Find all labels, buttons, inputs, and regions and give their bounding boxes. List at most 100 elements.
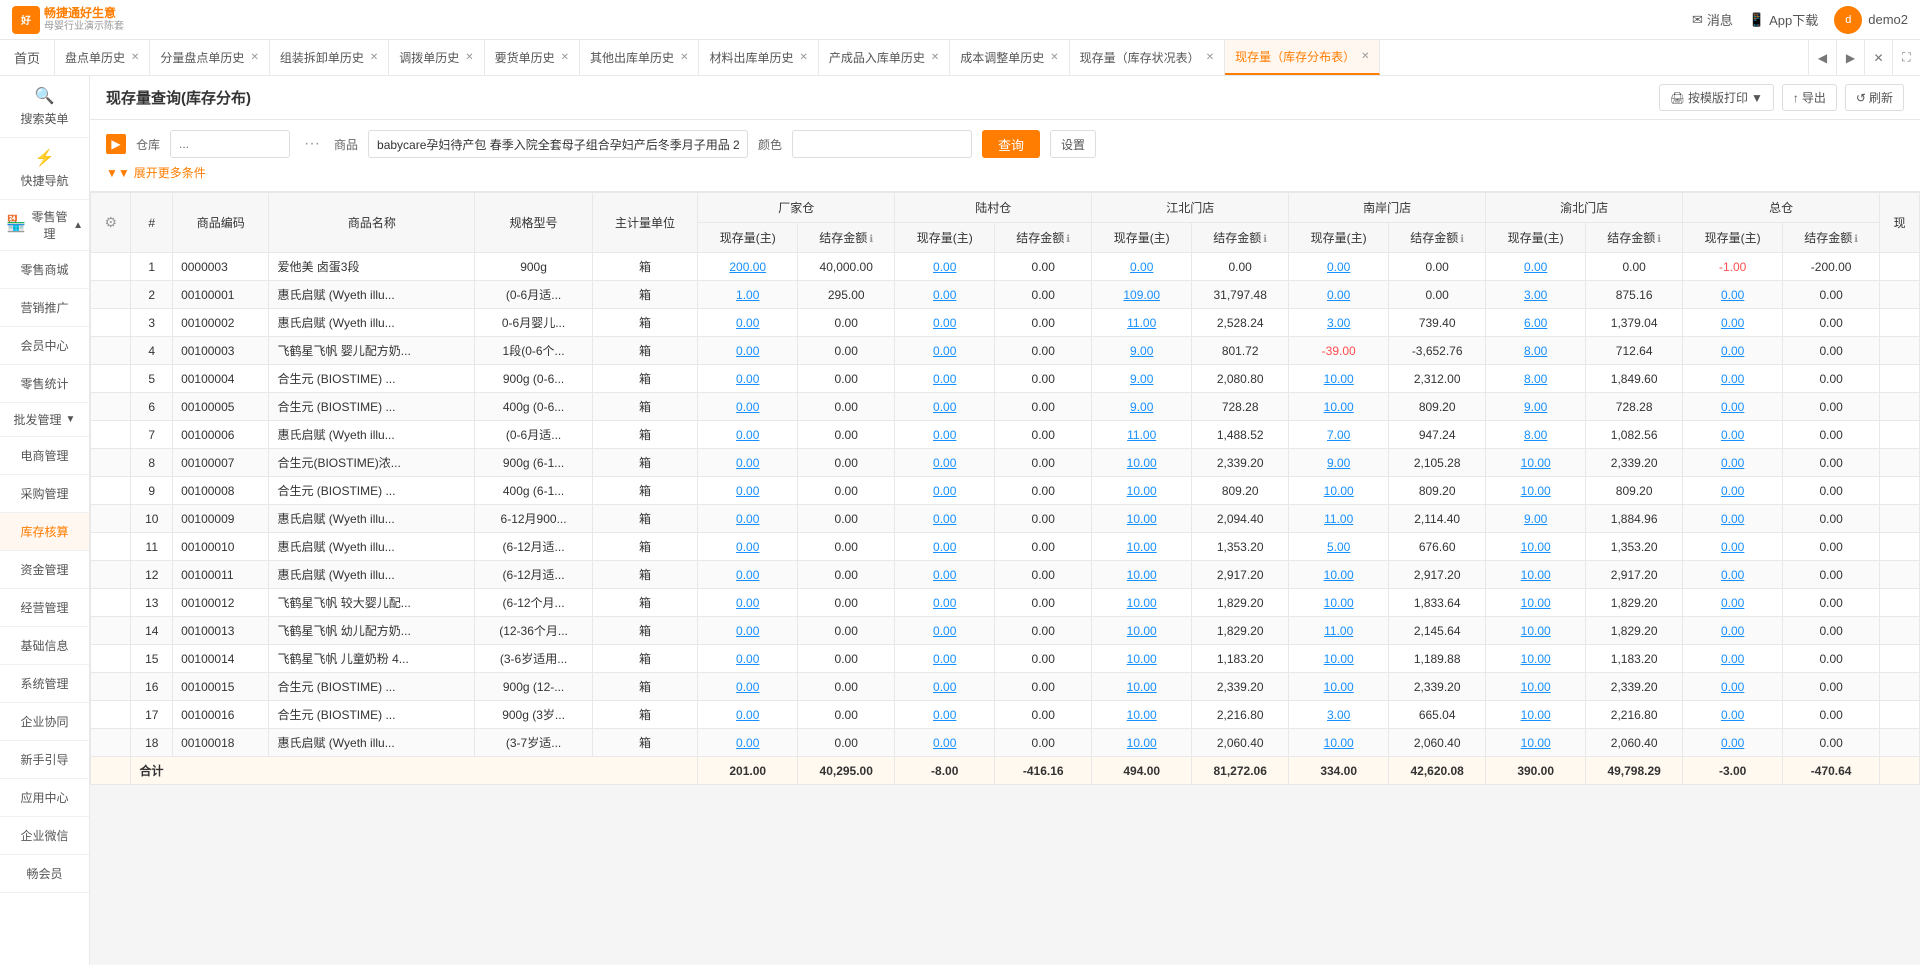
fac-qty[interactable]: 0.00 [698, 393, 798, 421]
na-qty[interactable]: 7.00 [1289, 421, 1389, 449]
jb-qty[interactable]: 10.00 [1092, 673, 1192, 701]
warehouse-more-btn[interactable]: ··· [304, 135, 320, 153]
fac-qty[interactable]: 0.00 [698, 449, 798, 477]
yb-qty[interactable]: 8.00 [1486, 365, 1586, 393]
jb-qty[interactable]: 11.00 [1092, 421, 1192, 449]
warehouse-input[interactable] [170, 130, 290, 158]
luj-qty[interactable]: 0.00 [895, 393, 995, 421]
na-qty[interactable]: 0.00 [1289, 281, 1389, 309]
tab-close-状况[interactable]: ✕ [1206, 52, 1214, 63]
luj-qty[interactable]: 0.00 [895, 281, 995, 309]
yb-qty[interactable]: 9.00 [1486, 505, 1586, 533]
print-btn[interactable]: 🖨 按模版打印 ▼ [1659, 84, 1774, 111]
tab-产成品入库单历史[interactable]: 产成品入库单历史 ✕ [819, 40, 950, 75]
tab-组装拆卸单历史[interactable]: 组装拆卸单历史 ✕ [270, 40, 389, 75]
app-download-btn[interactable]: 📱 App下载 [1749, 10, 1818, 29]
yb-qty[interactable]: 10.00 [1486, 449, 1586, 477]
tot-qty[interactable]: 0.00 [1683, 729, 1783, 757]
luj-qty[interactable]: 0.00 [895, 365, 995, 393]
th-settings[interactable]: ⚙ [91, 193, 131, 253]
tot-qty[interactable]: 0.00 [1683, 617, 1783, 645]
info-icon-jb[interactable]: ℹ [1263, 234, 1267, 245]
na-qty[interactable]: 10.00 [1289, 729, 1389, 757]
na-qty[interactable]: 10.00 [1289, 365, 1389, 393]
sidebar-item-basic-info[interactable]: 基础信息 [0, 627, 89, 665]
jb-qty[interactable]: 10.00 [1092, 589, 1192, 617]
jb-qty[interactable]: 9.00 [1092, 365, 1192, 393]
yb-qty[interactable]: 8.00 [1486, 337, 1586, 365]
luj-qty[interactable]: 0.00 [895, 309, 995, 337]
na-qty[interactable]: 3.00 [1289, 701, 1389, 729]
tot-qty[interactable]: 0.00 [1683, 701, 1783, 729]
na-qty[interactable]: 11.00 [1289, 617, 1389, 645]
tot-qty[interactable]: 0.00 [1683, 393, 1783, 421]
query-btn[interactable]: 查询 [982, 130, 1040, 158]
yb-qty[interactable]: 10.00 [1486, 617, 1586, 645]
sidebar-item-guide[interactable]: 新手引导 [0, 741, 89, 779]
luj-qty[interactable]: 0.00 [895, 253, 995, 281]
fac-qty[interactable]: 0.00 [698, 589, 798, 617]
yb-qty[interactable]: 10.00 [1486, 645, 1586, 673]
na-qty[interactable]: 10.00 [1289, 673, 1389, 701]
tot-qty[interactable]: 0.00 [1683, 421, 1783, 449]
yb-qty[interactable]: 9.00 [1486, 393, 1586, 421]
luj-qty[interactable]: 0.00 [895, 729, 995, 757]
tot-qty[interactable]: 0.00 [1683, 449, 1783, 477]
fac-qty[interactable]: 0.00 [698, 505, 798, 533]
na-qty[interactable]: 3.00 [1289, 309, 1389, 337]
luj-qty[interactable]: 0.00 [895, 449, 995, 477]
fac-qty[interactable]: 0.00 [698, 533, 798, 561]
tab-close-材料[interactable]: ✕ [799, 52, 807, 63]
tab-close-成本[interactable]: ✕ [1050, 52, 1058, 63]
tab-scroll-right[interactable]: ▶ [1836, 40, 1864, 76]
table-wrapper[interactable]: ⚙ # 商品编码 商品名称 规格型号 主计量单位 厂家仓 陆村仓 江北门店 南岸… [90, 192, 1920, 965]
luj-qty[interactable]: 0.00 [895, 617, 995, 645]
tot-qty[interactable]: 0.00 [1683, 365, 1783, 393]
refresh-btn[interactable]: ↺ 刷新 [1845, 84, 1904, 111]
tab-close-盘点单历史[interactable]: ✕ [131, 52, 139, 63]
yb-qty[interactable]: 10.00 [1486, 701, 1586, 729]
na-qty[interactable]: 11.00 [1289, 505, 1389, 533]
na-qty[interactable]: 0.00 [1289, 253, 1389, 281]
sidebar-item-system[interactable]: 系统管理 [0, 665, 89, 703]
tab-close-其他[interactable]: ✕ [680, 52, 688, 63]
tab-分量盘点单历史[interactable]: 分量盘点单历史 ✕ [150, 40, 269, 75]
tot-qty[interactable]: 0.00 [1683, 281, 1783, 309]
fac-qty[interactable]: 0.00 [698, 477, 798, 505]
fac-qty[interactable]: 200.00 [698, 253, 798, 281]
yb-qty[interactable]: 10.00 [1486, 673, 1586, 701]
na-qty[interactable]: 10.00 [1289, 561, 1389, 589]
export-btn[interactable]: ↑ 导出 [1782, 84, 1837, 111]
fac-qty[interactable]: 0.00 [698, 365, 798, 393]
tab-maximize[interactable]: ⛶ [1892, 40, 1920, 76]
yb-qty[interactable]: 10.00 [1486, 589, 1586, 617]
tab-现存量库存状况表[interactable]: 现存量（库存状况表） ✕ [1070, 40, 1225, 75]
tab-其他出库单历史[interactable]: 其他出库单历史 ✕ [580, 40, 699, 75]
tab-close-分量[interactable]: ✕ [250, 52, 258, 63]
sidebar-item-ecommerce[interactable]: 电商管理 [0, 437, 89, 475]
jb-qty[interactable]: 9.00 [1092, 393, 1192, 421]
yb-qty[interactable]: 10.00 [1486, 477, 1586, 505]
na-qty[interactable]: 5.00 [1289, 533, 1389, 561]
tab-scroll-left[interactable]: ◀ [1808, 40, 1836, 76]
tot-qty[interactable]: 0.00 [1683, 533, 1783, 561]
tab-盘点单历史[interactable]: 盘点单历史 ✕ [55, 40, 150, 75]
yb-qty[interactable]: 6.00 [1486, 309, 1586, 337]
sidebar-item-retail-mall[interactable]: 零售商城 [0, 251, 89, 289]
tot-qty[interactable]: 0.00 [1683, 477, 1783, 505]
messages-btn[interactable]: ✉ 消息 [1692, 10, 1733, 29]
luj-qty[interactable]: 0.00 [895, 589, 995, 617]
tab-close-产成品[interactable]: ✕ [931, 52, 939, 63]
na-qty[interactable]: 10.00 [1289, 393, 1389, 421]
tab-现存量库存分布表[interactable]: 现存量（库存分布表） ✕ [1225, 40, 1380, 75]
tot-qty[interactable]: 0.00 [1683, 589, 1783, 617]
tot-qty[interactable]: 0.00 [1683, 309, 1783, 337]
tot-qty[interactable]: 0.00 [1683, 505, 1783, 533]
fac-qty[interactable]: 0.00 [698, 617, 798, 645]
jb-qty[interactable]: 11.00 [1092, 309, 1192, 337]
jb-qty[interactable]: 10.00 [1092, 561, 1192, 589]
fac-qty[interactable]: 0.00 [698, 701, 798, 729]
luj-qty[interactable]: 0.00 [895, 421, 995, 449]
yb-qty[interactable]: 10.00 [1486, 561, 1586, 589]
sidebar-item-purchase[interactable]: 采购管理 [0, 475, 89, 513]
